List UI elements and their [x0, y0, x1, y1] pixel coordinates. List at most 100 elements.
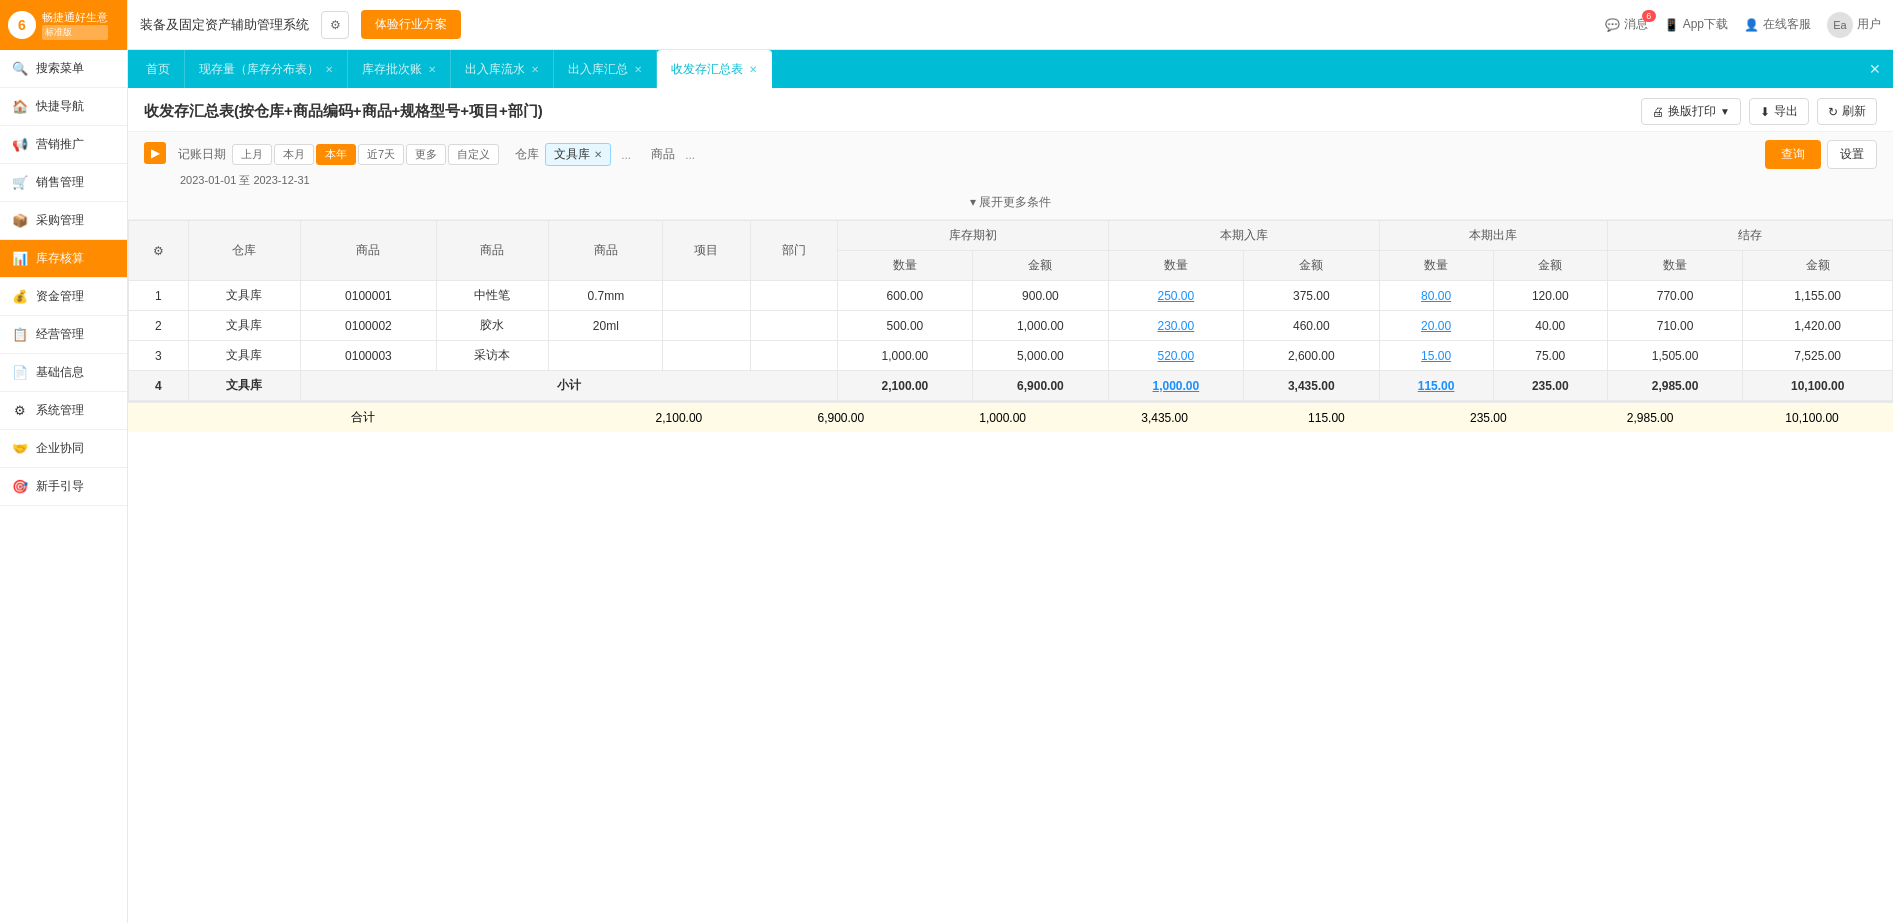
print-button[interactable]: 🖨 换版打印 ▼ [1641, 98, 1741, 125]
refresh-button[interactable]: ↻ 刷新 [1817, 98, 1877, 125]
query-button[interactable]: 查询 [1765, 140, 1821, 169]
date-buttons: 上月本月本年近7天更多自定义 [232, 144, 499, 165]
row-out-qty[interactable]: 15.00 [1379, 341, 1493, 371]
tab-close-3[interactable]: ✕ [531, 64, 539, 75]
date-filter-group: 记账日期 上月本月本年近7天更多自定义 [178, 144, 499, 165]
row-out-amt: 120.00 [1493, 281, 1607, 311]
sidebar-label-collab: 企业协同 [36, 440, 84, 457]
row-in-qty[interactable]: 520.00 [1108, 341, 1243, 371]
export-button[interactable]: ⬇ 导出 [1749, 98, 1809, 125]
phone-icon: 📱 [1664, 18, 1679, 32]
total-bal-amt: 10,100.00 [1731, 411, 1893, 425]
expand-down-icon: ▾ [970, 195, 976, 209]
sidebar-item-basic[interactable]: 📄基础信息 [0, 354, 127, 392]
subtotal-row: 4 文具库 小计 2,100.00 6,900.00 1,000.00 3,43… [129, 371, 1893, 401]
row-bal-amt: 7,525.00 [1743, 341, 1893, 371]
expand-more-label: 展开更多条件 [979, 195, 1051, 209]
row-in-qty[interactable]: 250.00 [1108, 281, 1243, 311]
tab-label-1: 现存量（库存分布表） [199, 61, 319, 78]
row-open-amt: 5,000.00 [973, 341, 1108, 371]
warehouse-tag[interactable]: 文具库 ✕ [545, 143, 611, 166]
inventory-icon: 📊 [12, 251, 28, 267]
filter-toggle-button[interactable]: ▶ [144, 142, 166, 164]
row-bal-qty: 770.00 [1607, 281, 1742, 311]
app-download-button[interactable]: 📱 App下载 [1664, 16, 1728, 33]
sidebar-item-finance[interactable]: 💰资金管理 [0, 278, 127, 316]
sidebar-item-operation[interactable]: 📋经营管理 [0, 316, 127, 354]
tab-close-5[interactable]: ✕ [749, 64, 757, 75]
printer-icon: 🖨 [1652, 105, 1664, 119]
sidebar-item-quick[interactable]: 🏠快捷导航 [0, 88, 127, 126]
warehouse-filter-label: 仓库 [515, 146, 539, 163]
col-dept-header: 部门 [750, 221, 837, 281]
sidebar-item-marketing[interactable]: 📢营销推广 [0, 126, 127, 164]
sales-icon: 🛒 [12, 175, 28, 191]
logo-badge: 标准版 [42, 25, 108, 40]
tab-4[interactable]: 出入库汇总✕ [554, 50, 657, 88]
messages-button[interactable]: 💬 消息 6 [1605, 16, 1648, 33]
tab-0[interactable]: 首页 [132, 50, 185, 88]
table-footer: 合计 2,100.00 6,900.00 1,000.00 3,435.00 1… [128, 401, 1893, 432]
row-in-amt: 460.00 [1244, 311, 1379, 341]
row-out-qty[interactable]: 20.00 [1379, 311, 1493, 341]
collab-icon: 🤝 [12, 441, 28, 457]
sidebar-item-guide[interactable]: 🎯新手引导 [0, 468, 127, 506]
row-open-amt: 900.00 [973, 281, 1108, 311]
topbar-settings-icon[interactable]: ⚙ [321, 11, 349, 39]
date-btn-本年[interactable]: 本年 [316, 144, 356, 165]
service-icon: 👤 [1744, 18, 1759, 32]
tab-label-0: 首页 [146, 61, 170, 78]
tab-close-2[interactable]: ✕ [428, 64, 436, 75]
warehouse-tag-remove[interactable]: ✕ [594, 149, 602, 160]
print-label: 换版打印 [1668, 103, 1716, 120]
tab-1[interactable]: 现存量（库存分布表） ✕ [185, 50, 348, 88]
col-in-amt-header: 金额 [1244, 251, 1379, 281]
filter-settings-button[interactable]: 设置 [1827, 140, 1877, 169]
online-service-button[interactable]: 👤 在线客服 [1744, 16, 1811, 33]
date-btn-近7天[interactable]: 近7天 [358, 144, 404, 165]
sidebar-menu: 🔍搜索菜单🏠快捷导航📢营销推广🛒销售管理📦采购管理📊库存核算💰资金管理📋经营管理… [0, 50, 127, 923]
table-row: 2 文具库 0100002 胶水 20ml 500.00 1,000.00 23… [129, 311, 1893, 341]
row-dept [750, 341, 837, 371]
total-label: 合计 [128, 409, 598, 426]
tabs-close-all[interactable]: ✕ [1861, 61, 1889, 77]
row-spec [549, 341, 663, 371]
date-btn-更多[interactable]: 更多 [406, 144, 446, 165]
sidebar-item-system[interactable]: ⚙系统管理 [0, 392, 127, 430]
main-content: 收发存汇总表(按仓库+商品编码+商品+规格型号+项目+部门) 🖨 换版打印 ▼ … [128, 88, 1893, 923]
col-bal-amt-header: 金额 [1743, 251, 1893, 281]
tab-5[interactable]: 收发存汇总表✕ [657, 50, 772, 88]
warehouse-dots[interactable]: ... [617, 148, 635, 162]
goods-filter-label: 商品 [651, 146, 675, 163]
subtotal-warehouse: 文具库 [188, 371, 301, 401]
date-btn-上月[interactable]: 上月 [232, 144, 272, 165]
col-out-qty-header: 数量 [1379, 251, 1493, 281]
subtotal-in-amt: 3,435.00 [1244, 371, 1379, 401]
row-out-qty[interactable]: 80.00 [1379, 281, 1493, 311]
tab-close-4[interactable]: ✕ [634, 64, 642, 75]
tab-close-1[interactable]: ✕ [325, 64, 333, 75]
total-out-amt: 235.00 [1407, 411, 1569, 425]
goods-dots[interactable]: ... [681, 148, 699, 162]
sidebar-item-inventory[interactable]: 📊库存核算 [0, 240, 127, 278]
row-no: 1 [129, 281, 189, 311]
sidebar-item-search[interactable]: 🔍搜索菜单 [0, 50, 127, 88]
tab-2[interactable]: 库存批次账✕ [348, 50, 451, 88]
user-button[interactable]: Ea 用户 [1827, 12, 1881, 38]
date-btn-自定义[interactable]: 自定义 [448, 144, 499, 165]
sidebar-label-guide: 新手引导 [36, 478, 84, 495]
sidebar-item-collab[interactable]: 🤝 企业协同 [0, 430, 127, 468]
row-bal-amt: 1,420.00 [1743, 311, 1893, 341]
trial-button[interactable]: 体验行业方案 [361, 10, 461, 39]
sidebar-item-purchase[interactable]: 📦采购管理 [0, 202, 127, 240]
row-in-qty[interactable]: 230.00 [1108, 311, 1243, 341]
marketing-icon: 📢 [12, 137, 28, 153]
subtotal-bal-qty: 2,985.00 [1607, 371, 1742, 401]
tab-3[interactable]: 出入库流水✕ [451, 50, 554, 88]
date-btn-本月[interactable]: 本月 [274, 144, 314, 165]
expand-more-button[interactable]: ▾ 展开更多条件 [144, 194, 1877, 211]
sidebar-item-sales[interactable]: 🛒销售管理 [0, 164, 127, 202]
col-settings-header[interactable]: ⚙ [129, 221, 189, 281]
subtotal-out-qty[interactable]: 115.00 [1379, 371, 1493, 401]
subtotal-in-qty[interactable]: 1,000.00 [1108, 371, 1243, 401]
